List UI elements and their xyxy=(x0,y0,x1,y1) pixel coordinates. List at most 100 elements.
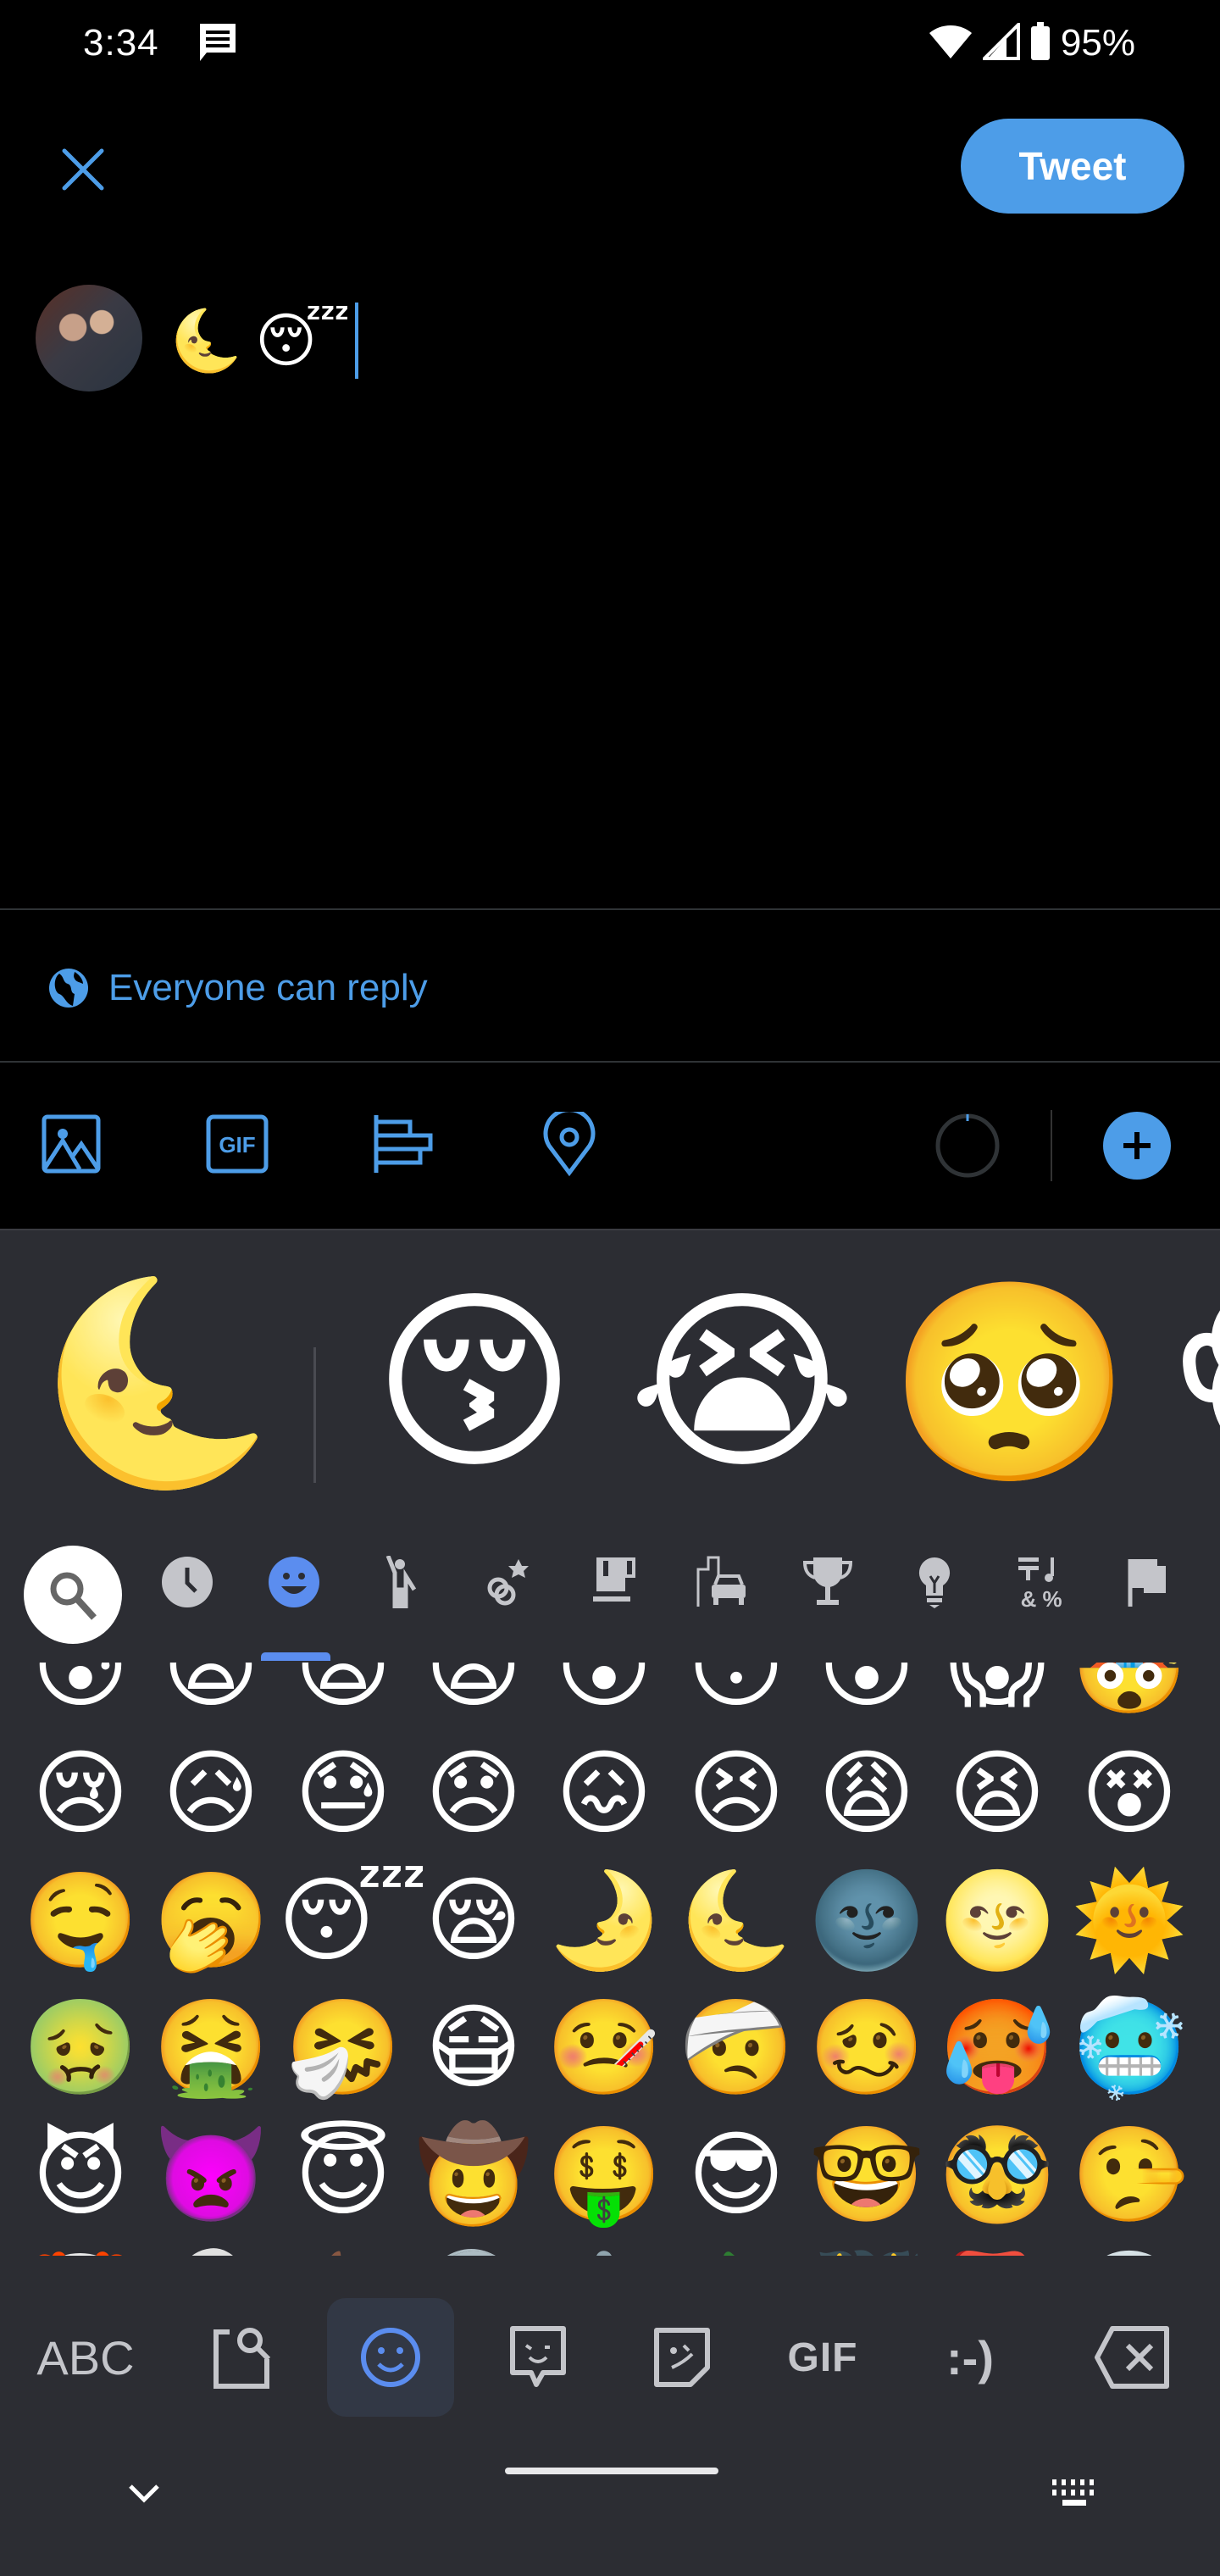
emoji-cell[interactable]: 👽 xyxy=(408,2239,539,2256)
emoji-cell[interactable]: 😷 xyxy=(408,1985,539,2112)
emoji-cell[interactable]: 🤠 xyxy=(408,2112,539,2239)
emoji-cell[interactable]: 😴 xyxy=(278,1857,427,1985)
emoji-cell[interactable]: 🌚 xyxy=(801,1857,932,1985)
category-food-drink[interactable] xyxy=(568,1535,661,1629)
reply-setting-button[interactable]: Everyone can reply xyxy=(47,954,428,1022)
divider xyxy=(0,1061,1220,1063)
abc-key[interactable]: ABC xyxy=(22,2298,149,2417)
emoji-cell[interactable]: 🤥 xyxy=(1064,2112,1195,2239)
suggestion-emoji[interactable]: 😭 xyxy=(615,1264,869,1502)
emoji-cell[interactable]: 😦 xyxy=(408,1663,539,1730)
emoji-cell[interactable]: 🌜 xyxy=(671,1857,801,1985)
emoji-cell[interactable]: 🤓 xyxy=(801,2112,932,2239)
emoji-cell[interactable]: 😞 xyxy=(408,1730,539,1857)
hide-keyboard-button[interactable] xyxy=(110,2468,178,2518)
emoji-cell[interactable]: 👹 xyxy=(801,2239,932,2256)
emoji-cell[interactable]: 😓 xyxy=(278,1730,408,1857)
emoji-cell[interactable]: 🥱 xyxy=(146,1857,276,1985)
gif-label: GIF xyxy=(787,2334,858,2380)
emoji-cell[interactable]: 🤡 xyxy=(15,2239,146,2256)
emoji-cell[interactable]: 😲 xyxy=(801,1663,932,1730)
gif-key[interactable]: GIF xyxy=(759,2298,886,2417)
category-symbols[interactable]: &% xyxy=(995,1535,1088,1629)
emoji-cell[interactable]: 🥴 xyxy=(801,1985,932,2112)
emoji-cell[interactable]: 🤤 xyxy=(15,1857,146,1985)
emoji-search-button[interactable] xyxy=(24,1546,122,1644)
emoji-key[interactable] xyxy=(327,2298,454,2417)
emoji-cell[interactable]: 😖 xyxy=(539,1730,669,1857)
switch-keyboard-button[interactable] xyxy=(1042,2468,1110,2518)
emoji-cell[interactable]: 😇 xyxy=(278,2112,408,2239)
emoji-cell[interactable]: 🤒 xyxy=(539,1985,669,2112)
category-animals-nature[interactable] xyxy=(461,1535,554,1629)
emoji-cell[interactable]: 🌛 xyxy=(539,1857,669,1985)
emoji-cell[interactable]: 😪 xyxy=(408,1857,539,1985)
suggestion-emoji[interactable]: 🌜 xyxy=(30,1264,285,1502)
emoji-cell[interactable]: 😩 xyxy=(801,1730,932,1857)
emoji-cell[interactable]: 💩 xyxy=(278,2239,408,2256)
category-objects[interactable] xyxy=(888,1535,981,1629)
emoji-cell[interactable]: 🤕 xyxy=(671,1985,801,2112)
add-image-button[interactable] xyxy=(29,1102,114,1186)
avatar[interactable] xyxy=(36,285,142,391)
add-poll-button[interactable] xyxy=(361,1102,446,1186)
category-smileys[interactable] xyxy=(247,1535,341,1629)
emoji-cell[interactable]: 👿 xyxy=(146,2112,276,2239)
close-button[interactable] xyxy=(49,136,117,203)
emoji-cell[interactable]: 😱 xyxy=(932,1663,1062,1730)
category-travel-places[interactable] xyxy=(674,1535,768,1629)
emoji-cell[interactable]: 😰 xyxy=(15,1663,146,1730)
emoji-cell[interactable]: 🎃 xyxy=(671,2239,801,2256)
category-recent[interactable] xyxy=(141,1535,234,1629)
emoji-cell[interactable]: 😯 xyxy=(671,1663,801,1730)
tweet-button[interactable]: Tweet xyxy=(961,119,1184,214)
emoji-search-key[interactable] xyxy=(180,2298,307,2417)
suggestion-emoji[interactable]: 😚 xyxy=(347,1264,602,1502)
emoji-cell[interactable]: 🤧 xyxy=(278,1985,408,2112)
emoji-cell[interactable]: 😥 xyxy=(146,1730,276,1857)
suggestion-emoji[interactable]: 🐵 xyxy=(1152,1264,1220,1502)
battery-icon xyxy=(1030,21,1051,65)
emoji-cell[interactable]: 😎 xyxy=(671,2112,801,2239)
emoji-cell[interactable]: 🌝 xyxy=(932,1857,1062,1985)
add-thread-button[interactable] xyxy=(1103,1112,1171,1180)
category-activities[interactable] xyxy=(781,1535,874,1629)
emoji-cell[interactable]: 😵 xyxy=(1064,1730,1195,1857)
emoji-cell[interactable]: 🤢 xyxy=(15,1985,146,2112)
emoticon-key[interactable]: :-) xyxy=(907,2298,1034,2417)
person-icon xyxy=(385,1556,417,1608)
emoji-cell[interactable]: 🌞 xyxy=(1064,1857,1195,1985)
emoji-cell[interactable]: 👻 xyxy=(146,2239,276,2256)
emoji-cell[interactable]: 🥵 xyxy=(932,1985,1062,2112)
sticker-key[interactable] xyxy=(618,2298,746,2417)
category-people[interactable] xyxy=(354,1535,447,1629)
emoji-cell[interactable]: 😢 xyxy=(15,1730,146,1857)
emoji-cell[interactable]: 😮 xyxy=(539,1663,669,1730)
suggestion-emoji[interactable]: 🥺 xyxy=(883,1264,1137,1502)
add-location-button[interactable] xyxy=(527,1102,612,1186)
emoji-cell[interactable]: 💀 xyxy=(1064,2239,1195,2256)
emoji-cell[interactable]: 🤮 xyxy=(146,1985,276,2112)
sticker-search-icon xyxy=(214,2328,271,2389)
emoji-cell[interactable]: 🥸 xyxy=(932,2112,1062,2239)
emoji-cell[interactable]: 😧 xyxy=(278,1663,408,1730)
emoji-cell[interactable]: 😈 xyxy=(15,2112,146,2239)
emoji-cell[interactable]: 😦 xyxy=(146,1663,276,1730)
emoji-cell[interactable]: 🤑 xyxy=(539,2112,669,2239)
emoji-category-bar: &% xyxy=(0,1527,1220,1644)
emoji-cell[interactable]: 😫 xyxy=(932,1730,1062,1857)
emoji-cell[interactable]: 🥶 xyxy=(1064,1985,1195,2112)
home-gesture-bar[interactable] xyxy=(505,2468,718,2474)
wifi-icon xyxy=(929,23,973,64)
emoji-cell[interactable]: 🤯 xyxy=(1064,1663,1195,1730)
close-icon xyxy=(62,148,104,191)
emoji-cell[interactable]: 😣 xyxy=(671,1730,801,1857)
add-gif-button[interactable]: GIF xyxy=(195,1102,280,1186)
status-time: 3:34 xyxy=(83,22,159,64)
backspace-key[interactable] xyxy=(1069,2298,1196,2417)
emoji-cell[interactable]: 👺 xyxy=(932,2239,1062,2256)
category-flags[interactable] xyxy=(1101,1535,1195,1629)
tweet-text-input[interactable]: 🌜 😴 xyxy=(169,298,359,383)
bitmoji-key[interactable] xyxy=(474,2298,602,2417)
emoji-cell[interactable]: 🤖 xyxy=(539,2239,669,2256)
